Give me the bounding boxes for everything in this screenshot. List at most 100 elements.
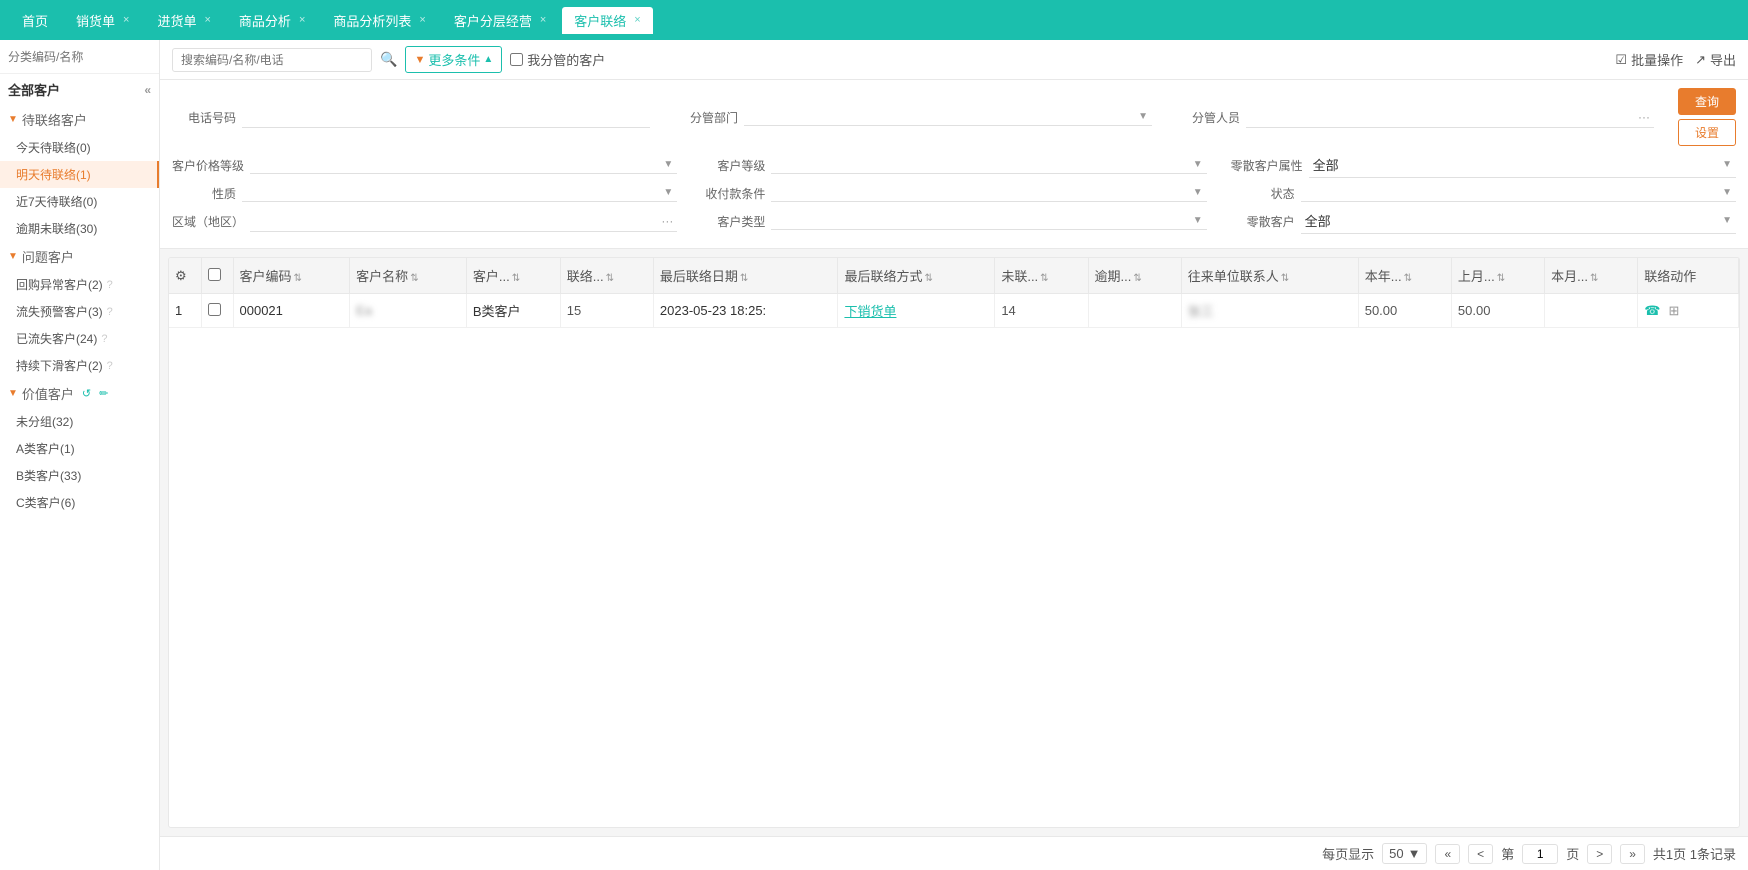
nav-item-sales[interactable]: 销货单 × xyxy=(64,7,141,34)
nav-item-analysis[interactable]: 商品分析 × xyxy=(227,7,317,34)
page-input[interactable] xyxy=(1522,844,1558,864)
filter-select-dept[interactable]: ▼ xyxy=(744,108,1152,126)
action-grid-icon[interactable]: ⊞ xyxy=(1668,303,1679,319)
col-this-year[interactable]: 本年...⇅ xyxy=(1358,258,1451,294)
nav-item-customer-contact[interactable]: 客户联络 × xyxy=(562,7,652,34)
cell-type: B类客户 xyxy=(466,294,560,328)
filter-actions: 查询 设置 xyxy=(1666,88,1736,146)
export-btn[interactable]: ↗ 导出 xyxy=(1695,50,1736,69)
close-customer-contact-icon[interactable]: × xyxy=(634,14,640,26)
close-sales-icon[interactable]: × xyxy=(123,14,129,26)
all-customers-header[interactable]: 全部客户 « xyxy=(0,74,159,105)
sort-overdue-icon: ⇅ xyxy=(1133,273,1141,284)
col-last-month[interactable]: 上月...⇅ xyxy=(1451,258,1544,294)
col-contact-count[interactable]: 联络...⇅ xyxy=(560,258,653,294)
close-customer-tier-icon[interactable]: × xyxy=(540,14,546,26)
filter-select-nature[interactable]: ▼ xyxy=(242,184,677,202)
col-last-date[interactable]: 最后联络日期⇅ xyxy=(653,258,838,294)
prev-page-btn[interactable]: < xyxy=(1468,844,1493,864)
query-button[interactable]: 查询 xyxy=(1678,88,1736,115)
value-customer-edit-icon[interactable]: ✏ xyxy=(99,387,108,400)
more-conditions-btn[interactable]: ▼ 更多条件 ▲ xyxy=(405,46,502,73)
help-icon-3: ? xyxy=(101,333,107,345)
sidebar-item-overdue-contact[interactable]: 逾期未联络(30) xyxy=(0,215,159,242)
cell-checkbox[interactable] xyxy=(201,294,233,328)
col-this-month[interactable]: 本月...⇅ xyxy=(1545,258,1638,294)
sidebar-item-abnormal-repurchase[interactable]: 回购异常客户(2) ? xyxy=(0,271,159,298)
sidebar-item-declining[interactable]: 持续下滑客户(2) ? xyxy=(0,352,159,379)
per-page-select[interactable]: 50 ▼ xyxy=(1382,843,1427,864)
last-method-link[interactable]: 下销货单 xyxy=(844,304,896,319)
filter-cell-payment: 收付款条件 ▼ xyxy=(701,184,1206,202)
first-page-btn[interactable]: « xyxy=(1435,844,1460,864)
sort-method-icon: ⇅ xyxy=(924,273,932,284)
sidebar-item-churn-warning[interactable]: 流失预警客户(3) ? xyxy=(0,298,159,325)
filter-bar: 🔍 ▼ 更多条件 ▲ 我分管的客户 ☑ 批量操作 ↗ 导出 xyxy=(160,40,1748,80)
filter-select-price-level[interactable]: ▼ xyxy=(250,156,677,174)
sidebar-item-ungrouped[interactable]: 未分组(32) xyxy=(0,408,159,435)
filter-select-customer-level[interactable]: ▼ xyxy=(771,156,1206,174)
table-select-all-checkbox[interactable] xyxy=(208,268,221,281)
close-analysis-list-icon[interactable]: × xyxy=(419,14,425,26)
close-purchase-icon[interactable]: × xyxy=(204,14,210,26)
sidebar-search-input[interactable] xyxy=(8,50,160,64)
filter-cell-person: 分管人员 ··· xyxy=(1176,107,1654,128)
customer-name-text: Ea xyxy=(356,303,372,318)
settings-button[interactable]: 设置 xyxy=(1678,119,1736,146)
sidebar-item-churned[interactable]: 已流失客户(24) ? xyxy=(0,325,159,352)
cell-last-date: 2023-05-23 18:25: xyxy=(653,294,838,328)
sidebar-item-a-class[interactable]: A类客户(1) xyxy=(0,435,159,462)
sidebar-item-c-class[interactable]: C类客户(6) xyxy=(0,489,159,516)
filter-label-retail-attr: 零散客户属性 xyxy=(1231,157,1309,174)
sidebar-item-today-contact[interactable]: 今天待联络(0) xyxy=(0,134,159,161)
filter-label-customer-level: 客户等级 xyxy=(701,157,771,174)
col-action: 联络动作 xyxy=(1638,258,1739,294)
col-gear[interactable]: ⚙ xyxy=(169,258,201,294)
col-unit-contact[interactable]: 往来单位联系人⇅ xyxy=(1181,258,1358,294)
filter-search-input[interactable] xyxy=(172,48,372,72)
my-customers-checkbox[interactable] xyxy=(510,53,523,66)
filter-select-customer-type[interactable]: ▼ xyxy=(771,212,1206,230)
cell-action: ☎ ⊞ xyxy=(1638,294,1739,328)
sidebar-item-tomorrow-contact[interactable]: 明天待联络(1) xyxy=(0,161,159,188)
cell-name[interactable]: Ea xyxy=(350,294,467,328)
value-customer-refresh-icon[interactable]: ↺ xyxy=(82,387,91,400)
col-type[interactable]: 客户...⇅ xyxy=(466,258,560,294)
row-checkbox[interactable] xyxy=(208,303,221,316)
action-phone-icon[interactable]: ☎ xyxy=(1644,303,1660,319)
nav-item-customer-tier[interactable]: 客户分层经营 × xyxy=(442,7,558,34)
sidebar-item-7day-contact[interactable]: 近7天待联络(0) xyxy=(0,188,159,215)
nav-item-analysis-list[interactable]: 商品分析列表 × xyxy=(321,7,437,34)
cell-last-method[interactable]: 下销货单 xyxy=(838,294,995,328)
sort-unlinked-icon: ⇅ xyxy=(1040,273,1048,284)
nav-item-purchase[interactable]: 进货单 × xyxy=(145,7,222,34)
checkbox-icon: ☑ xyxy=(1615,52,1627,68)
filter-select-region[interactable]: ··· xyxy=(250,211,677,232)
col-last-method[interactable]: 最后联络方式⇅ xyxy=(838,258,995,294)
sidebar-item-b-class[interactable]: B类客户(33) xyxy=(0,462,159,489)
col-checkbox[interactable] xyxy=(201,258,233,294)
filter-select-retail-customer[interactable]: 全部 ▼ xyxy=(1301,208,1736,234)
close-analysis-icon[interactable]: × xyxy=(299,14,305,26)
customer-table: ⚙ 客户编码⇅ 客户名称⇅ 客户...⇅ xyxy=(169,258,1739,328)
nav-home[interactable]: 首页 xyxy=(10,7,60,34)
filter-select-retail-attr[interactable]: 全部 ▼ xyxy=(1309,152,1736,178)
table-gear-icon[interactable]: ⚙ xyxy=(175,268,187,283)
filter-input-phone[interactable] xyxy=(242,107,650,128)
my-customers-checkbox-area[interactable]: 我分管的客户 xyxy=(510,50,605,69)
batch-operation-btn[interactable]: ☑ 批量操作 xyxy=(1615,50,1683,69)
col-unlinked[interactable]: 未联...⇅ xyxy=(995,258,1088,294)
col-name[interactable]: 客户名称⇅ xyxy=(350,258,467,294)
filter-select-status[interactable]: ▼ xyxy=(1301,184,1736,202)
last-page-btn[interactable]: » xyxy=(1620,844,1645,864)
all-customers-label: 全部客户 xyxy=(8,80,60,99)
filter-select-person[interactable]: ··· xyxy=(1246,107,1654,128)
advanced-filter-panel: 电话号码 分管部门 ▼ 分管人员 ··· xyxy=(160,80,1748,249)
filter-row-1: 电话号码 分管部门 ▼ 分管人员 ··· xyxy=(172,88,1736,146)
col-overdue[interactable]: 逾期...⇅ xyxy=(1088,258,1181,294)
next-page-btn[interactable]: > xyxy=(1587,844,1612,864)
sort-year-icon: ⇅ xyxy=(1404,273,1412,284)
col-code[interactable]: 客户编码⇅ xyxy=(233,258,350,294)
filter-select-payment[interactable]: ▼ xyxy=(771,184,1206,202)
filter-search-icon[interactable]: 🔍 xyxy=(380,51,397,68)
